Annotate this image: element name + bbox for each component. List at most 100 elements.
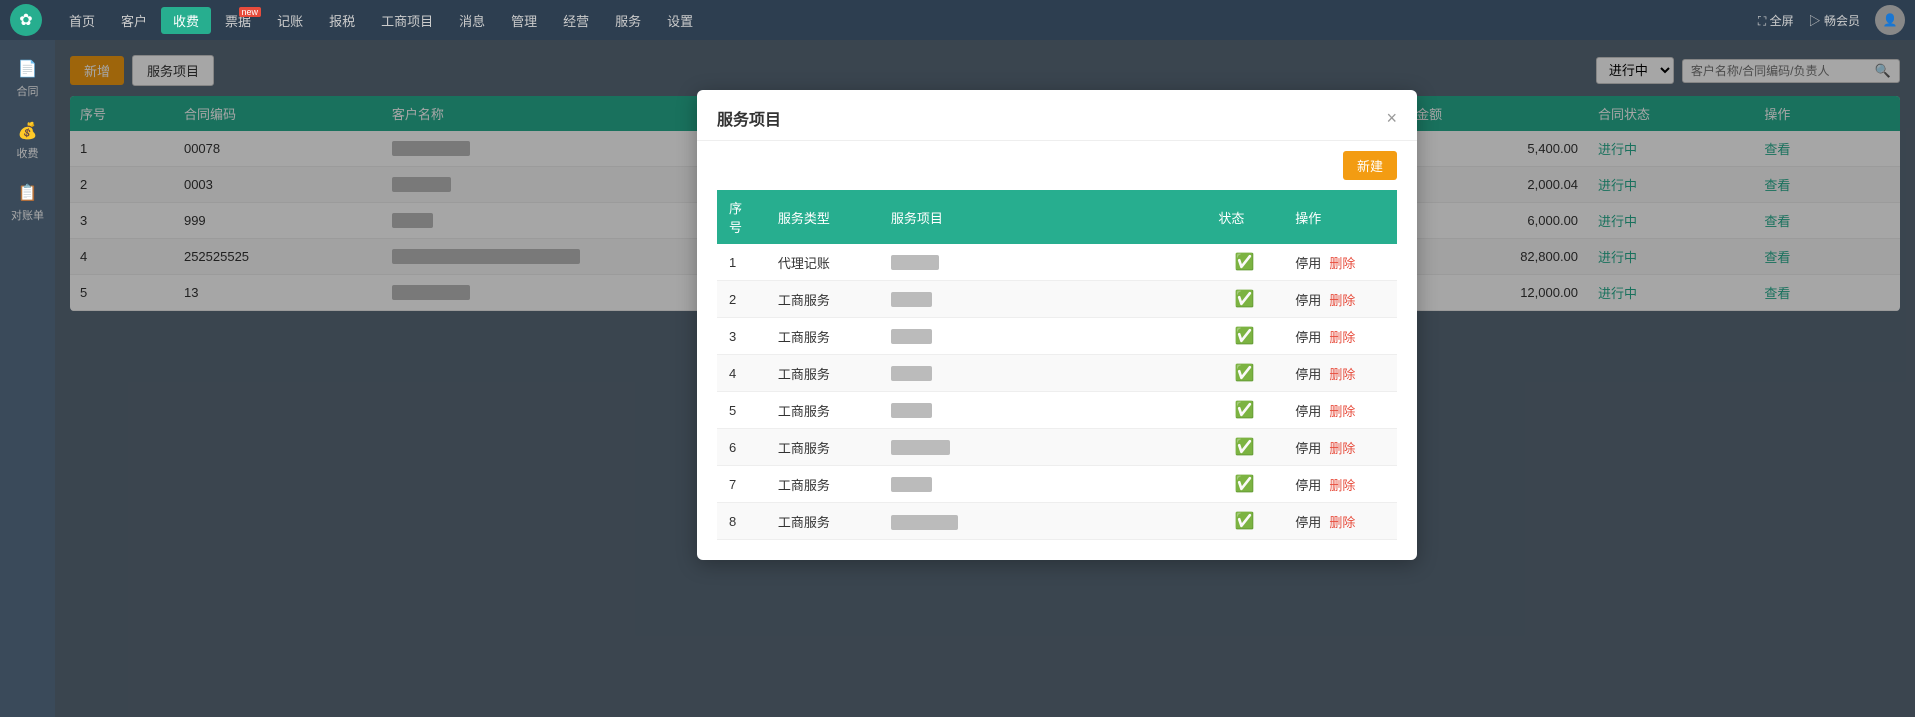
nav-item-票据[interactable]: 票据new xyxy=(213,7,263,34)
modal-cell-status: ✅ xyxy=(1206,466,1283,503)
modal-cell-actions: 停用删除 xyxy=(1283,429,1397,466)
stop-link[interactable]: 停用 xyxy=(1295,330,1321,345)
modal-cell-status: ✅ xyxy=(1206,318,1283,355)
modal-cell-status: ✅ xyxy=(1206,244,1283,281)
modal-cell-actions: 停用删除 xyxy=(1283,392,1397,429)
modal-cell-item: ████ xyxy=(879,392,1206,429)
modal-cell-type: 工商服务 xyxy=(766,429,879,466)
nav-item-设置[interactable]: 设置 xyxy=(655,7,705,34)
nav-item-经营[interactable]: 经营 xyxy=(551,7,601,34)
status-check-icon: ✅ xyxy=(1235,328,1255,345)
modal-col-header-0: 序号 xyxy=(717,190,766,244)
fullscreen-button[interactable]: ⛶ 全屏 xyxy=(1758,12,1794,29)
stop-link[interactable]: 停用 xyxy=(1295,441,1321,456)
nav-item-首页[interactable]: 首页 xyxy=(57,7,107,34)
delete-link[interactable]: 删除 xyxy=(1329,441,1355,456)
modal-cell-seq: 3 xyxy=(717,318,766,355)
nav-item-工商项目[interactable]: 工商项目 xyxy=(369,7,445,34)
modal-cell-actions: 停用删除 xyxy=(1283,281,1397,318)
logo-icon: ✿ xyxy=(19,10,32,30)
modal-close-button[interactable]: × xyxy=(1386,109,1397,127)
status-check-icon: ✅ xyxy=(1235,439,1255,456)
status-check-icon: ✅ xyxy=(1235,476,1255,493)
modal-cell-type: 工商服务 xyxy=(766,355,879,392)
modal-cell-seq: 7 xyxy=(717,466,766,503)
stop-link[interactable]: 停用 xyxy=(1295,515,1321,530)
sidebar-icon-合同: 📄 xyxy=(17,58,39,80)
sidebar-item-合同[interactable]: 📄 合同 xyxy=(3,50,53,107)
sidebar: 📄 合同 💰 收费 📋对账单 xyxy=(0,40,55,717)
sidebar-item-收费[interactable]: 💰 收费 xyxy=(3,112,53,169)
sidebar-item-对账单[interactable]: 📋对账单 xyxy=(3,174,53,231)
top-navigation: ✿ 首页客户收费票据new记账报税工商项目消息管理经营服务设置 ⛶ 全屏 ▷ 畅… xyxy=(0,0,1915,40)
modal-cell-actions: 停用删除 xyxy=(1283,244,1397,281)
modal-content: 序号服务类型服务项目状态操作 1代理记账████1✅停用删除2工商服务████✅… xyxy=(697,190,1417,560)
modal-cell-status: ✅ xyxy=(1206,355,1283,392)
modal-col-header-2: 服务项目 xyxy=(879,190,1206,244)
delete-link[interactable]: 删除 xyxy=(1329,404,1355,419)
modal-cell-status: ✅ xyxy=(1206,429,1283,466)
modal-cell-seq: 6 xyxy=(717,429,766,466)
stop-link[interactable]: 停用 xyxy=(1295,404,1321,419)
nav-item-服务[interactable]: 服务 xyxy=(603,7,653,34)
delete-link[interactable]: 删除 xyxy=(1329,256,1355,271)
avatar[interactable]: 👤 xyxy=(1875,5,1905,35)
modal-title: 服务项目 xyxy=(717,106,781,130)
modal-table-row: 3工商服务████✅停用删除 xyxy=(717,318,1397,355)
modal-cell-actions: 停用删除 xyxy=(1283,355,1397,392)
stop-link[interactable]: 停用 xyxy=(1295,478,1321,493)
service-items-modal: 服务项目 × 新建 序号服务类型服务项目状态操作 xyxy=(697,90,1417,560)
modal-cell-seq: 1 xyxy=(717,244,766,281)
top-right-actions: ⛶ 全屏 ▷ 畅会员 👤 xyxy=(1758,5,1905,35)
nav-item-报税[interactable]: 报税 xyxy=(317,7,367,34)
content-area: 新增 服务项目 进行中全部已结束 🔍 序号合同编码客户名称服务项目▼服务期限起止… xyxy=(55,40,1915,717)
main-layout: 📄 合同 💰 收费 📋对账单 新增 服务项目 进行中全部已结束 🔍 序号合同编码客户名称… xyxy=(0,40,1915,717)
delete-link[interactable]: 删除 xyxy=(1329,293,1355,308)
modal-cell-seq: 4 xyxy=(717,355,766,392)
nav-item-记账[interactable]: 记账 xyxy=(265,7,315,34)
modal-cell-item: ████注册 xyxy=(879,503,1206,540)
sidebar-label-收费: 收费 xyxy=(17,145,39,161)
stop-link[interactable]: 停用 xyxy=(1295,367,1321,382)
modal-cell-actions: 停用删除 xyxy=(1283,503,1397,540)
modal-cell-type: 工商服务 xyxy=(766,281,879,318)
modal-cell-type: 工商服务 xyxy=(766,392,879,429)
status-check-icon: ✅ xyxy=(1235,291,1255,308)
delete-link[interactable]: 删除 xyxy=(1329,330,1355,345)
modal-cell-item: ████ xyxy=(879,281,1206,318)
modal-cell-actions: 停用删除 xyxy=(1283,466,1397,503)
sidebar-label-合同: 合同 xyxy=(17,83,39,99)
status-check-icon: ✅ xyxy=(1235,365,1255,382)
modal-table-row: 4工商服务████ ✅ 停用删除 xyxy=(717,355,1397,392)
status-check-icon: ✅ xyxy=(1235,513,1255,530)
modal-cell-item: ████ xyxy=(879,466,1206,503)
modal-cell-seq: 8 xyxy=(717,503,766,540)
modal-header-row: 序号服务类型服务项目状态操作 xyxy=(717,190,1397,244)
modal-col-header-3: 状态 xyxy=(1206,190,1283,244)
modal-cell-item: ████ xyxy=(879,355,1206,392)
nav-menu: 首页客户收费票据new记账报税工商项目消息管理经营服务设置 xyxy=(57,7,705,34)
delete-link[interactable]: 删除 xyxy=(1329,367,1355,382)
modal-table-row: 2工商服务████ ✅ 停用删除 xyxy=(717,281,1397,318)
modal-cell-type: 代理记账 xyxy=(766,244,879,281)
modal-table-row: 5工商服务████✅停用删除 xyxy=(717,392,1397,429)
modal-cell-seq: 2 xyxy=(717,281,766,318)
sidebar-icon-收费: 💰 xyxy=(17,120,39,142)
modal-cell-status: ✅ xyxy=(1206,392,1283,429)
modal-new-button[interactable]: 新建 xyxy=(1343,151,1397,180)
delete-link[interactable]: 删除 xyxy=(1329,515,1355,530)
nav-item-管理[interactable]: 管理 xyxy=(499,7,549,34)
modal-table-row: 7工商服务████✅停用删除 xyxy=(717,466,1397,503)
modal-toolbar: 新建 xyxy=(697,141,1417,190)
member-button[interactable]: ▷ 畅会员 xyxy=(1809,12,1860,29)
nav-item-客户[interactable]: 客户 xyxy=(109,7,159,34)
modal-cell-type: 工商服务 xyxy=(766,503,879,540)
modal-table-wrapper: 序号服务类型服务项目状态操作 1代理记账████1✅停用删除2工商服务████✅… xyxy=(717,190,1397,540)
stop-link[interactable]: 停用 xyxy=(1295,256,1321,271)
stop-link[interactable]: 停用 xyxy=(1295,293,1321,308)
modal-col-header-4: 操作 xyxy=(1283,190,1397,244)
app-logo: ✿ xyxy=(10,4,42,36)
delete-link[interactable]: 删除 xyxy=(1329,478,1355,493)
nav-item-收费[interactable]: 收费 xyxy=(161,7,211,34)
nav-item-消息[interactable]: 消息 xyxy=(447,7,497,34)
